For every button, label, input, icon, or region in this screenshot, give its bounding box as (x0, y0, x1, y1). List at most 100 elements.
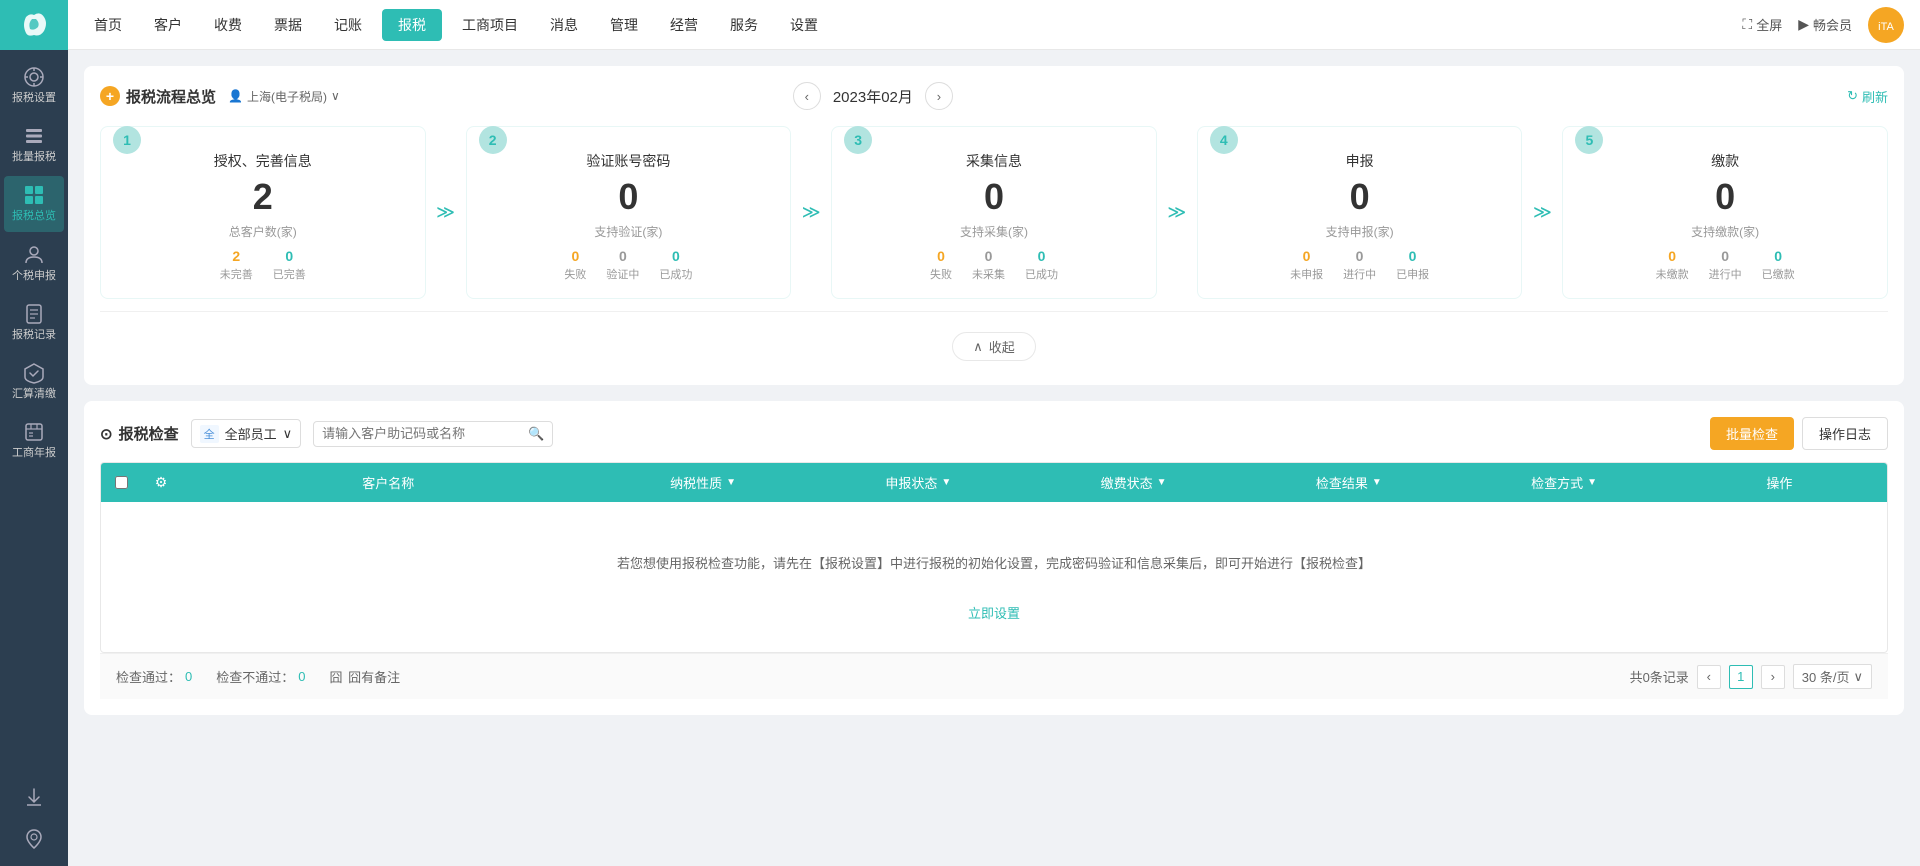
check-actions: 批量检查 操作日志 (1710, 417, 1888, 450)
step-title-4: 申报 (1210, 151, 1510, 171)
sidebar-item-download[interactable] (4, 778, 64, 816)
nav-home[interactable]: 首页 (78, 0, 138, 50)
chevron-down-icon-staff: ∨ (283, 426, 293, 442)
search-box: 🔍 (313, 421, 553, 447)
taxcheck-table: ⚙ 客户名称 纳税性质 ▼ 申报状态 ▼ 缴费状态 ▼ (100, 462, 1888, 653)
sidebar-label-batch-tax: 批量报税 (12, 151, 56, 164)
sidebar-item-settlement[interactable]: 汇算清缴 (4, 354, 64, 409)
member-btn[interactable]: ▶ 畅会员 (1798, 15, 1852, 34)
stat-3-0: 0 失败 (930, 248, 952, 282)
th-pay-status[interactable]: 缴费状态 ▼ (1026, 463, 1241, 502)
nav-service[interactable]: 服务 (714, 0, 774, 50)
nav-management[interactable]: 管理 (594, 0, 654, 50)
search-input[interactable] (322, 426, 522, 441)
nav-commerce[interactable]: 工商项目 (446, 0, 534, 50)
th-check-method[interactable]: 检查方式 ▼ (1457, 463, 1672, 502)
th-declare-status[interactable]: 申报状态 ▼ (811, 463, 1026, 502)
sidebar-item-batch-tax[interactable]: 批量报税 (4, 117, 64, 172)
step-count-2: 0 (479, 179, 779, 215)
sidebar-item-tax-settings[interactable]: 报税设置 (4, 58, 64, 113)
prev-month-btn[interactable]: ‹ (793, 82, 821, 110)
svg-text:iTA: iTA (1878, 21, 1894, 33)
sidebar-item-personal-tax[interactable]: 个税申报 (4, 236, 64, 291)
app-logo[interactable] (0, 0, 68, 50)
sidebar-label-tax-settings: 报税设置 (12, 92, 56, 105)
flow-step-3: 3 采集信息 0 支持采集(家) 0 失败 0 未采集 (831, 126, 1157, 299)
stat-2-0: 0 失败 (564, 248, 586, 282)
nav-operation[interactable]: 经营 (654, 0, 714, 50)
stat-4-0: 0 未申报 (1290, 248, 1323, 282)
select-all-checkbox[interactable] (115, 476, 128, 489)
page-size-selector[interactable]: 30 条/页 ∨ (1793, 664, 1872, 689)
pass-count[interactable]: 0 (185, 669, 192, 684)
overview-section: + 报税流程总览 👤 上海(电子税局) ∨ ‹ 2023年02月 › ↻ 刷新 (84, 66, 1904, 385)
check-pass-stat: 检查通过： 0 (116, 667, 192, 686)
step-num-3: 3 (844, 126, 872, 154)
refresh-icon: ↻ (1847, 88, 1858, 104)
taxcheck-title: ⊙ 报税检查 (100, 423, 179, 444)
step-num-5: 5 (1575, 126, 1603, 154)
next-page-btn[interactable]: › (1761, 665, 1785, 689)
sidebar-label-annual-report: 工商年报 (12, 447, 56, 460)
staff-selector[interactable]: 全 全部员工 ∨ (191, 419, 302, 448)
th-checkbox[interactable] (101, 466, 141, 499)
filter-icon-3: ▼ (1157, 477, 1167, 488)
step-title-5: 缴款 (1575, 151, 1875, 171)
nav-customer[interactable]: 客户 (138, 0, 198, 50)
step-num-1: 1 (113, 126, 141, 154)
step-count-5: 0 (1575, 179, 1875, 215)
location-icon (23, 828, 45, 850)
step-title-3: 采集信息 (844, 151, 1144, 171)
annual-report-icon (23, 421, 45, 443)
avatar[interactable]: iTA (1868, 7, 1904, 43)
fail-count[interactable]: 0 (298, 669, 305, 684)
nav-message[interactable]: 消息 (534, 0, 594, 50)
search-icon[interactable]: 🔍 (528, 426, 544, 442)
nav-fee[interactable]: 收费 (198, 0, 258, 50)
operation-log-btn[interactable]: 操作日志 (1802, 417, 1888, 450)
nav-tax[interactable]: 报税 (382, 9, 442, 41)
fullscreen-btn[interactable]: ⛶ 全屏 (1742, 15, 1782, 34)
th-tax-nature[interactable]: 纳税性质 ▼ (596, 463, 811, 502)
top-navigation: 首页 客户 收费 票据 记账 报税 工商项目 消息 管理 经营 服务 设置 ⛶ … (0, 0, 1920, 50)
setup-link[interactable]: 立即设置 (968, 606, 1020, 621)
table-footer: 检查通过： 0 检查不通过： 0 囧 囧有备注 共0条记录 ‹ 1 › (100, 653, 1888, 699)
nav-invoice[interactable]: 票据 (258, 0, 318, 50)
empty-message: 若您想使用报税检查功能，请先在【报税设置】中进行报税的初始化设置，完成密码验证和… (597, 532, 1391, 595)
flow-steps: 1 授权、完善信息 2 总客户数(家) 2 未完善 0 已完善 (100, 126, 1888, 299)
arrow-1: ≫ (426, 126, 466, 299)
refresh-btn[interactable]: ↻ 刷新 (1847, 87, 1888, 106)
total-records: 共0条记录 (1630, 667, 1689, 686)
batch-check-btn[interactable]: 批量检查 (1710, 417, 1794, 450)
taxcheck-header: ⊙ 报税检查 全 全部员工 ∨ 🔍 批量检查 操作日志 (100, 417, 1888, 450)
sidebar: 报税设置 批量报税 报税总览 (0, 50, 68, 866)
nav-accounting[interactable]: 记账 (318, 0, 378, 50)
stat-5-1: 0 进行中 (1709, 248, 1742, 282)
step-count-3: 0 (844, 179, 1144, 215)
flow-step-4: 4 申报 0 支持申报(家) 0 未申报 0 进行中 (1197, 126, 1523, 299)
forward-arrow-icon-3: ≫ (1167, 202, 1186, 223)
table-body: 若您想使用报税检查功能，请先在【报税设置】中进行报税的初始化设置，完成密码验证和… (101, 502, 1887, 652)
location-selector[interactable]: 👤 上海(电子税局) ∨ (228, 88, 340, 105)
sidebar-item-annual-report[interactable]: 工商年报 (4, 413, 64, 468)
sidebar-item-tax-record[interactable]: 报税记录 (4, 295, 64, 350)
stat-4-1: 0 进行中 (1343, 248, 1376, 282)
collapse-btn[interactable]: ∧ 收起 (952, 332, 1036, 361)
step-stats-2: 0 失败 0 验证中 0 已成功 (479, 248, 779, 282)
sidebar-item-overview[interactable]: 报税总览 (4, 176, 64, 231)
collapse-up-icon: ∧ (973, 339, 983, 355)
sidebar-label-tax-record: 报税记录 (12, 329, 56, 342)
flow-step-2: 2 验证账号密码 0 支持验证(家) 0 失败 0 验证中 (466, 126, 792, 299)
next-month-btn[interactable]: › (925, 82, 953, 110)
stat-2-2: 0 已成功 (659, 248, 692, 282)
sidebar-item-location[interactable] (4, 820, 64, 858)
flow-step-5: 5 缴款 0 支持缴款(家) 0 未缴款 0 进行中 (1562, 126, 1888, 299)
forward-arrow-icon-4: ≫ (1533, 202, 1552, 223)
plus-icon: + (100, 86, 120, 106)
prev-page-btn[interactable]: ‹ (1697, 665, 1721, 689)
main-layout: 报税设置 批量报税 报税总览 (0, 50, 1920, 866)
th-check-result[interactable]: 检查结果 ▼ (1241, 463, 1456, 502)
nav-settings[interactable]: 设置 (774, 0, 834, 50)
check-fail-stat: 检查不通过： 0 (216, 667, 305, 686)
th-settings[interactable]: ⚙ (141, 464, 181, 501)
